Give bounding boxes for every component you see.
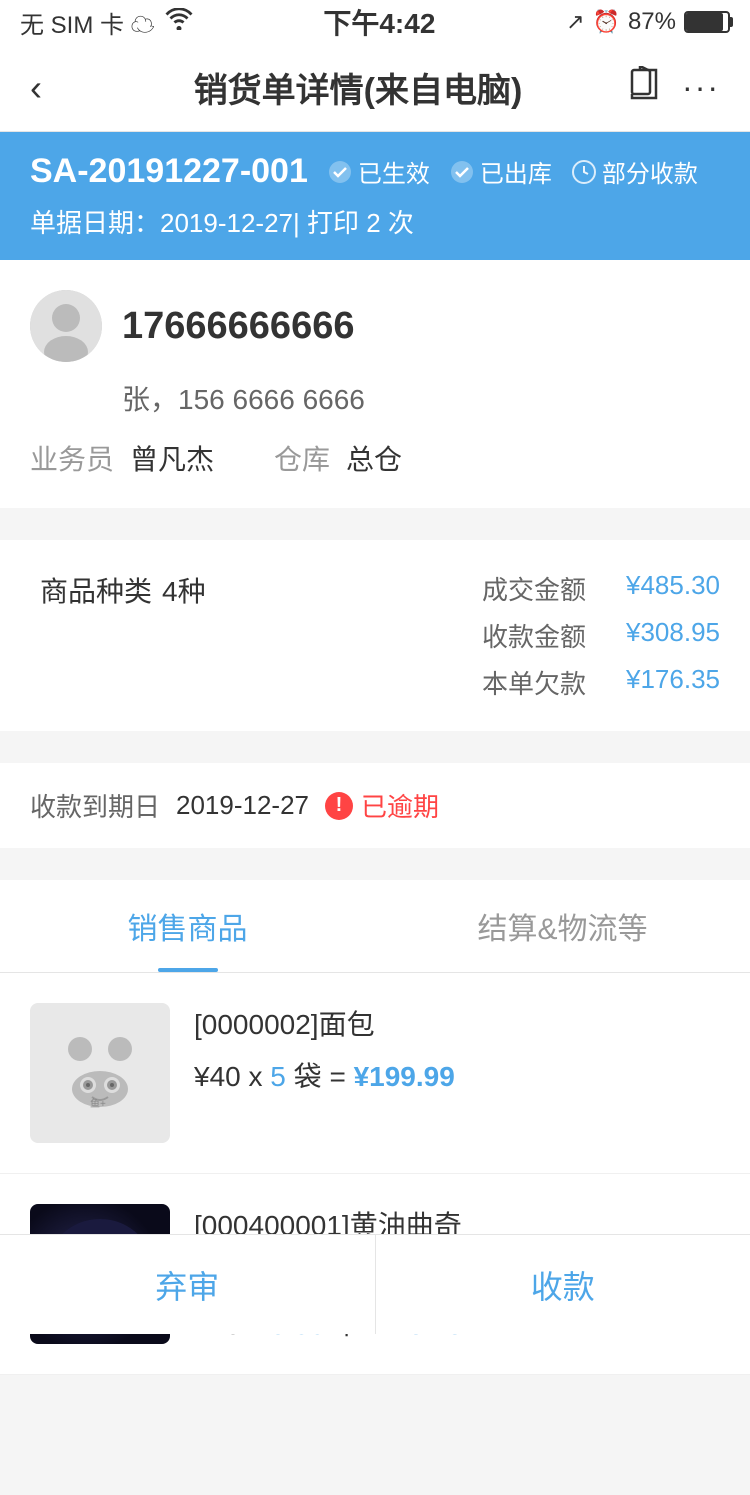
battery-percent: 87% [628,8,676,36]
due-label: 收款到期日 [30,787,160,824]
battery-icon [684,11,730,33]
location-icon: ↗ [566,9,584,35]
amount-row: 成交金额 ¥485.30 [482,570,720,607]
amount-label: 成交金额 [482,570,586,607]
tab-sales-products[interactable]: 销售商品 [0,880,375,972]
nav-actions: ··· [626,66,720,110]
order-id: SA-20191227-001 [30,152,308,191]
product-count: 商品种类4种 [30,570,206,610]
wifi-icon [165,8,193,37]
status-time: 下午4:42 [323,2,435,42]
customer-section: 17666666666 张，156 6666 6666 业务员 曾凡杰 仓库 总… [0,260,750,508]
customer-top: 17666666666 [30,290,720,362]
customer-avatar [30,290,102,362]
status-right: ↗ ⏰ 87% [566,8,730,36]
warehouse-label: 仓库 [274,438,330,478]
stats-section: 商品种类4种 成交金额 ¥485.30 收款金额 ¥308.95 本单欠款 ¥1… [0,540,750,731]
alarm-icon: ⏰ [593,9,620,35]
owl-placeholder: 鱼+ [30,1003,170,1143]
product-thumb-1: 鱼+ [30,1003,170,1143]
customer-meta: 业务员 曾凡杰 仓库 总仓 [30,438,720,478]
status-left: 无 SIM 卡 ☁ [20,5,193,40]
warehouse-value: 总仓 [346,438,402,478]
status-bar: 无 SIM 卡 ☁ 下午4:42 ↗ ⏰ 87% [0,0,750,44]
received-label: 收款金额 [482,617,586,654]
sales-label: 业务员 [30,438,114,478]
owl-eyes [68,1037,132,1061]
sales-meta: 业务员 曾凡杰 [30,438,214,478]
product-qty-1: 5 [270,1061,286,1092]
overdue-badge: ! 已逾期 [325,787,439,824]
product-name-1: [0000002]面包 [194,1003,720,1043]
owl-eye-right [108,1037,132,1061]
tabs: 销售商品 结算&物流等 [0,880,750,973]
due-section: 收款到期日 2019-12-27 ! 已逾期 [0,763,750,848]
collect-payment-button[interactable]: 收款 [376,1235,750,1334]
warehouse-meta: 仓库 总仓 [274,438,402,478]
status-badge-3: 部分收款 [572,154,698,189]
section-gap-2 [0,747,750,763]
product-info-1: [0000002]面包 ¥40 x 5 袋 = ¥199.99 [194,1003,720,1143]
nav-bar: ‹ 销货单详情(来自电脑) ··· [0,44,750,132]
owl-eye-left [68,1037,92,1061]
product-total-1: ¥199.99 [354,1061,455,1092]
customer-id: 17666666666 [122,305,354,348]
customer-contact: 张，156 6666 6666 [30,378,720,418]
status-badge-1: 已生效 [328,154,430,189]
amount-value: ¥485.30 [626,570,720,607]
abandon-review-button[interactable]: 弃审 [0,1235,376,1334]
overdue-icon: ! [325,792,353,820]
tab-settlement[interactable]: 结算&物流等 [375,880,750,972]
status-badge-2: 已出库 [450,154,552,189]
debt-value: ¥176.35 [626,664,720,701]
more-icon[interactable]: ··· [682,69,720,106]
sales-value: 曾凡杰 [130,438,214,478]
header-banner: SA-20191227-001 已生效 已出库 部分收款 单据日期：2019-1… [0,132,750,260]
received-value: ¥308.95 [626,617,720,654]
sim-status: 无 SIM 卡 ☁ [20,5,155,40]
svg-text:鱼+: 鱼+ [90,1097,106,1109]
product-price-1: ¥40 x 5 袋 = ¥199.99 [194,1055,720,1095]
received-row: 收款金额 ¥308.95 [482,617,720,654]
section-gap-3 [0,864,750,880]
debt-label: 本单欠款 [482,664,586,701]
page-title: 销货单详情(来自电脑) [90,63,626,112]
banner-top: SA-20191227-001 已生效 已出库 部分收款 [30,152,720,191]
overdue-text: 已逾期 [361,787,439,824]
back-button[interactable]: ‹ [30,67,90,109]
due-date-value: 2019-12-27 [176,790,309,821]
bottom-spacer [0,1375,750,1495]
share-icon[interactable] [626,66,662,110]
product-item-1: 鱼+ [0000002]面包 ¥40 x 5 袋 = ¥199.99 [0,973,750,1174]
banner-date: 单据日期：2019-12-27| 打印 2 次 [30,203,720,240]
stats-right: 成交金额 ¥485.30 收款金额 ¥308.95 本单欠款 ¥176.35 [482,570,720,701]
debt-row: 本单欠款 ¥176.35 [482,664,720,701]
bottom-bar: 弃审 收款 [0,1234,750,1334]
section-gap-1 [0,524,750,540]
